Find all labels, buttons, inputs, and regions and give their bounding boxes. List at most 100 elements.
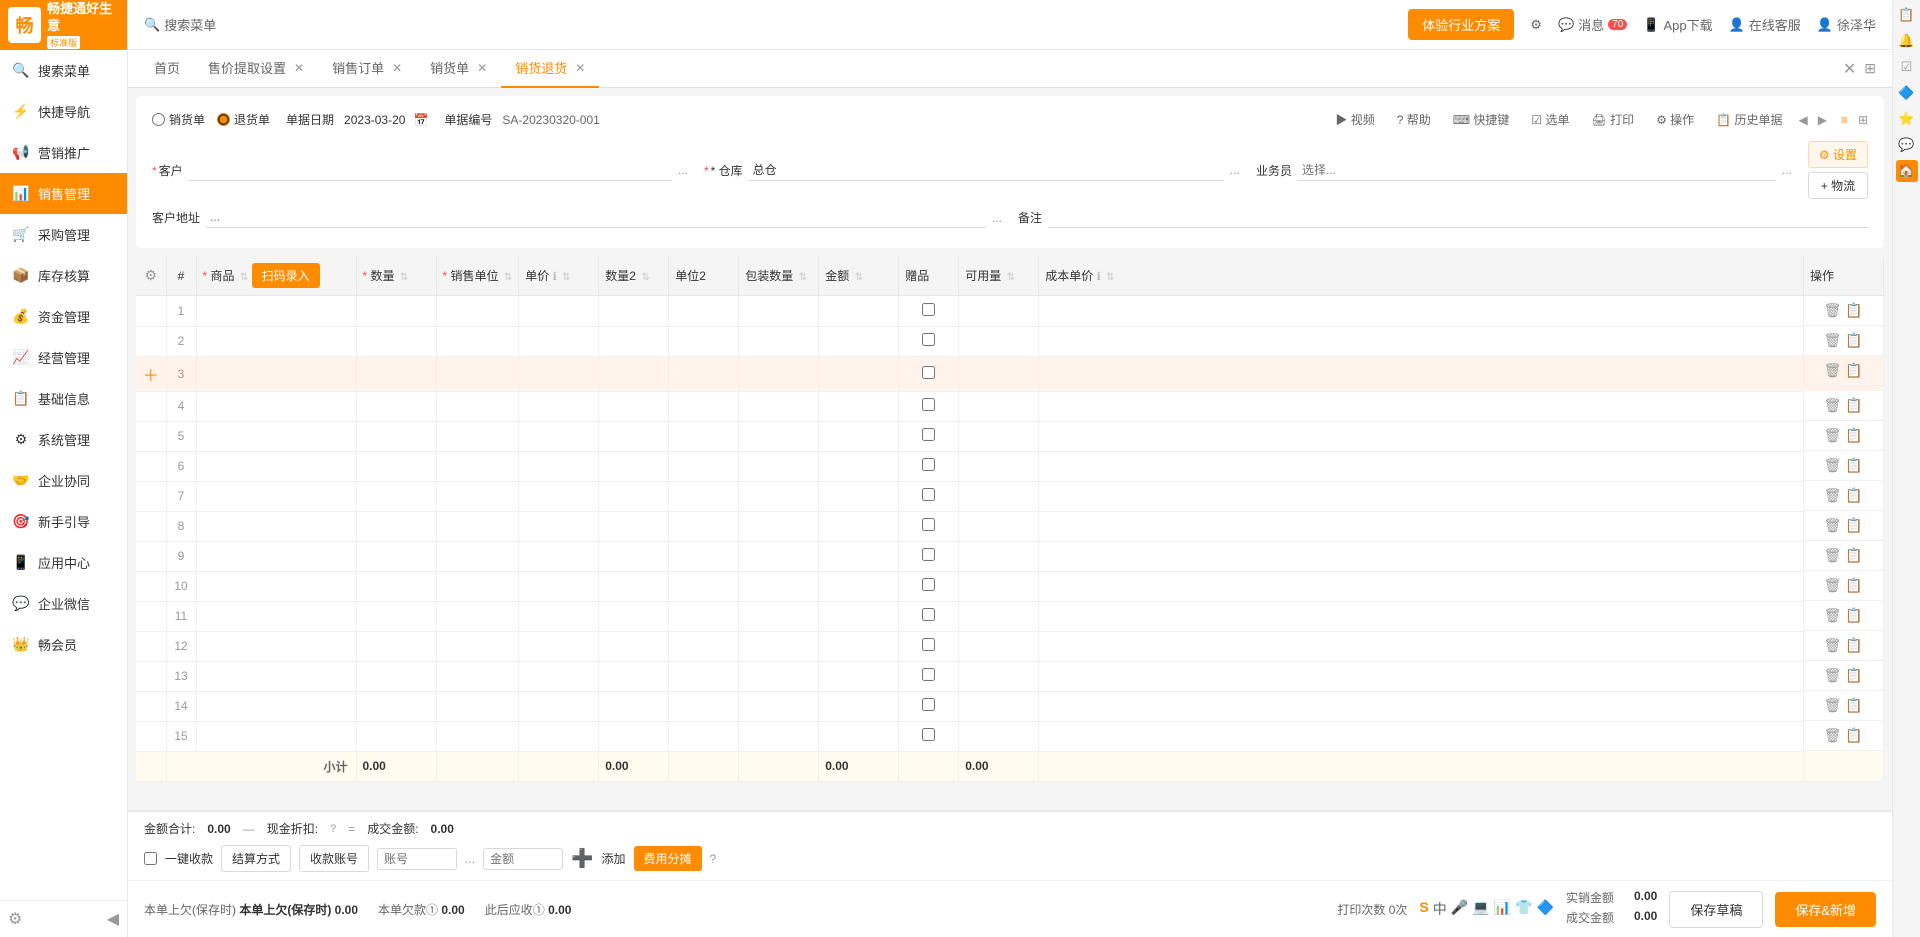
user-item[interactable]: 👤 徐泽华 — [1817, 15, 1876, 34]
copy-icon-3[interactable]: 📋 — [1845, 362, 1862, 379]
copy-icon-14[interactable]: 📋 — [1845, 697, 1862, 714]
copy-icon-4[interactable]: 📋 — [1845, 397, 1862, 414]
settings-item[interactable]: ⚙ — [1530, 17, 1542, 33]
remark-input[interactable] — [1048, 207, 1868, 228]
radio-sale-label[interactable]: 销货单 — [152, 111, 205, 128]
app-download-item[interactable]: 📱 App下载 — [1643, 15, 1712, 34]
sidebar-item-search[interactable]: 🔍 搜索菜单 — [0, 50, 127, 91]
tab-bar-expand[interactable]: ⊞ — [1860, 60, 1880, 77]
cell-price-2[interactable] — [519, 326, 599, 356]
delete-icon-11[interactable]: 🗑 — [1824, 607, 1842, 624]
address-input[interactable] — [206, 207, 986, 228]
account-input[interactable] — [377, 848, 457, 870]
radio-return[interactable] — [217, 113, 230, 126]
account-dots[interactable]: ... — [465, 852, 475, 866]
operation-btn[interactable]: ⚙ 操作 — [1650, 108, 1700, 131]
copy-icon-11[interactable]: 📋 — [1845, 607, 1862, 624]
sidebar-item-shortcut[interactable]: ⚡ 快捷导航 — [0, 91, 127, 132]
copy-icon-9[interactable]: 📋 — [1845, 547, 1862, 564]
scan-button[interactable]: 扫码录入 — [252, 263, 320, 288]
tool-icon-1[interactable]: 中 — [1433, 899, 1447, 919]
gift-checkbox-12[interactable] — [922, 638, 935, 651]
product-sort-icon[interactable]: ⇅ — [240, 272, 248, 283]
right-panel-diamond-icon[interactable]: 🔷 — [1896, 82, 1918, 104]
delete-icon-4[interactable]: 🗑 — [1824, 397, 1842, 414]
message-item[interactable]: 💬 消息 70 — [1558, 15, 1627, 34]
cell-pack-2[interactable] — [739, 326, 819, 356]
sidebar-item-purchase[interactable]: 🛒 采购管理 — [0, 214, 127, 255]
cell-product-3[interactable] — [196, 356, 356, 391]
tool-icon-6[interactable]: 🔷 — [1537, 899, 1554, 919]
history-btn[interactable]: 📋 历史单据 — [1710, 108, 1788, 131]
cell-unit-3[interactable] — [436, 356, 519, 391]
sidebar-item-wechat[interactable]: 💬 企业微信 — [0, 583, 127, 624]
tab-sales-order-close[interactable]: ✕ — [392, 61, 402, 75]
cell-cost-3[interactable] — [1039, 356, 1804, 391]
cell-qty2-3[interactable] — [599, 356, 669, 391]
sidebar-item-operation[interactable]: 📈 经营管理 — [0, 337, 127, 378]
right-panel-chat-icon[interactable]: 💬 — [1896, 134, 1918, 156]
copy-icon-1[interactable]: 📋 — [1845, 302, 1862, 319]
delete-icon-1[interactable]: 🗑 — [1824, 302, 1842, 319]
sidebar-item-inventory[interactable]: 📦 库存核算 — [0, 255, 127, 296]
cell-available-1[interactable] — [959, 296, 1039, 327]
cell-cost-1[interactable] — [1039, 296, 1804, 327]
gift-checkbox-1[interactable] — [922, 303, 935, 316]
tool-icon-2[interactable]: 🎤 — [1451, 899, 1468, 919]
cost-info-icon[interactable]: ℹ — [1097, 271, 1101, 283]
one-click-payment-checkbox[interactable] — [144, 852, 157, 865]
select-btn[interactable]: ☑ 选单 — [1525, 108, 1575, 131]
price-info-icon[interactable]: ℹ — [553, 271, 557, 283]
calc-method-button[interactable]: 结算方式 — [221, 845, 291, 872]
cell-amount-3[interactable] — [819, 356, 899, 391]
shortcut-key-btn[interactable]: ⌨ 快捷键 — [1447, 108, 1516, 131]
delete-icon-10[interactable]: 🗑 — [1824, 577, 1842, 594]
right-panel-note-icon[interactable]: 📋 — [1896, 4, 1918, 26]
cell-add-btn[interactable]: ＋ — [136, 356, 166, 391]
sidebar-item-basic[interactable]: 📋 基础信息 — [0, 378, 127, 419]
cell-pack-3[interactable] — [739, 356, 819, 391]
gift-checkbox-4[interactable] — [922, 398, 935, 411]
product-input-3[interactable] — [203, 367, 350, 381]
table-gear-icon[interactable]: ⚙ — [144, 267, 157, 283]
tab-sales-return-close[interactable]: ✕ — [575, 61, 585, 75]
copy-icon-10[interactable]: 📋 — [1845, 577, 1862, 594]
cell-gift-3[interactable] — [899, 356, 959, 391]
right-panel-star-icon[interactable]: ⭐ — [1896, 108, 1918, 130]
qty-sort-icon[interactable]: ⇅ — [400, 272, 408, 283]
cell-price-1[interactable] — [519, 296, 599, 327]
cell-product-2[interactable] — [196, 326, 356, 356]
cell-unit-1[interactable] — [436, 296, 519, 327]
address-dots[interactable]: ... — [992, 211, 1002, 225]
sidebar-item-sales[interactable]: 📊 销售管理 — [0, 173, 127, 214]
tab-home[interactable]: 首页 — [140, 50, 194, 88]
cell-qty2-1[interactable] — [599, 296, 669, 327]
cell-available-2[interactable] — [959, 326, 1039, 356]
copy-icon-5[interactable]: 📋 — [1845, 427, 1862, 444]
customer-dots[interactable]: ... — [678, 163, 688, 177]
sidebar-item-finance[interactable]: 💰 资金管理 — [0, 296, 127, 337]
copy-icon-13[interactable]: 📋 — [1845, 667, 1862, 684]
amount-sort-icon[interactable]: ⇅ — [855, 272, 863, 283]
tab-price-setting-close[interactable]: ✕ — [294, 61, 304, 75]
sidebar-item-system[interactable]: ⚙ 系统管理 — [0, 419, 127, 460]
collapse-icon[interactable]: ◀ — [107, 909, 119, 929]
tab-sales-return[interactable]: 销货退货 ✕ — [501, 50, 599, 88]
warehouse-input[interactable] — [749, 160, 1224, 181]
search-menu[interactable]: 🔍 搜索菜单 — [144, 15, 216, 34]
price-sort-icon[interactable]: ⇅ — [562, 272, 570, 283]
help-btn[interactable]: ? 帮助 — [1391, 108, 1437, 131]
video-btn[interactable]: ▶ 视频 — [1329, 108, 1380, 131]
online-service-item[interactable]: 👤 在线客服 — [1729, 15, 1801, 34]
copy-icon-12[interactable]: 📋 — [1845, 637, 1862, 654]
add-row-icon[interactable]: ＋ — [143, 368, 159, 385]
cell-product-1[interactable] — [196, 296, 356, 327]
fee-help-icon[interactable]: ? — [710, 852, 717, 866]
right-panel-check-icon[interactable]: ☑ — [1896, 56, 1918, 78]
staff-dots[interactable]: ... — [1782, 163, 1792, 177]
tab-sales-delivery[interactable]: 销货单 ✕ — [416, 50, 501, 88]
sidebar-item-marketing[interactable]: 📢 营销推广 — [0, 132, 127, 173]
warehouse-dots[interactable]: ... — [1230, 163, 1240, 177]
right-panel-bell-icon[interactable]: 🔔 — [1896, 30, 1918, 52]
trial-button[interactable]: 体验行业方案 — [1408, 9, 1514, 40]
